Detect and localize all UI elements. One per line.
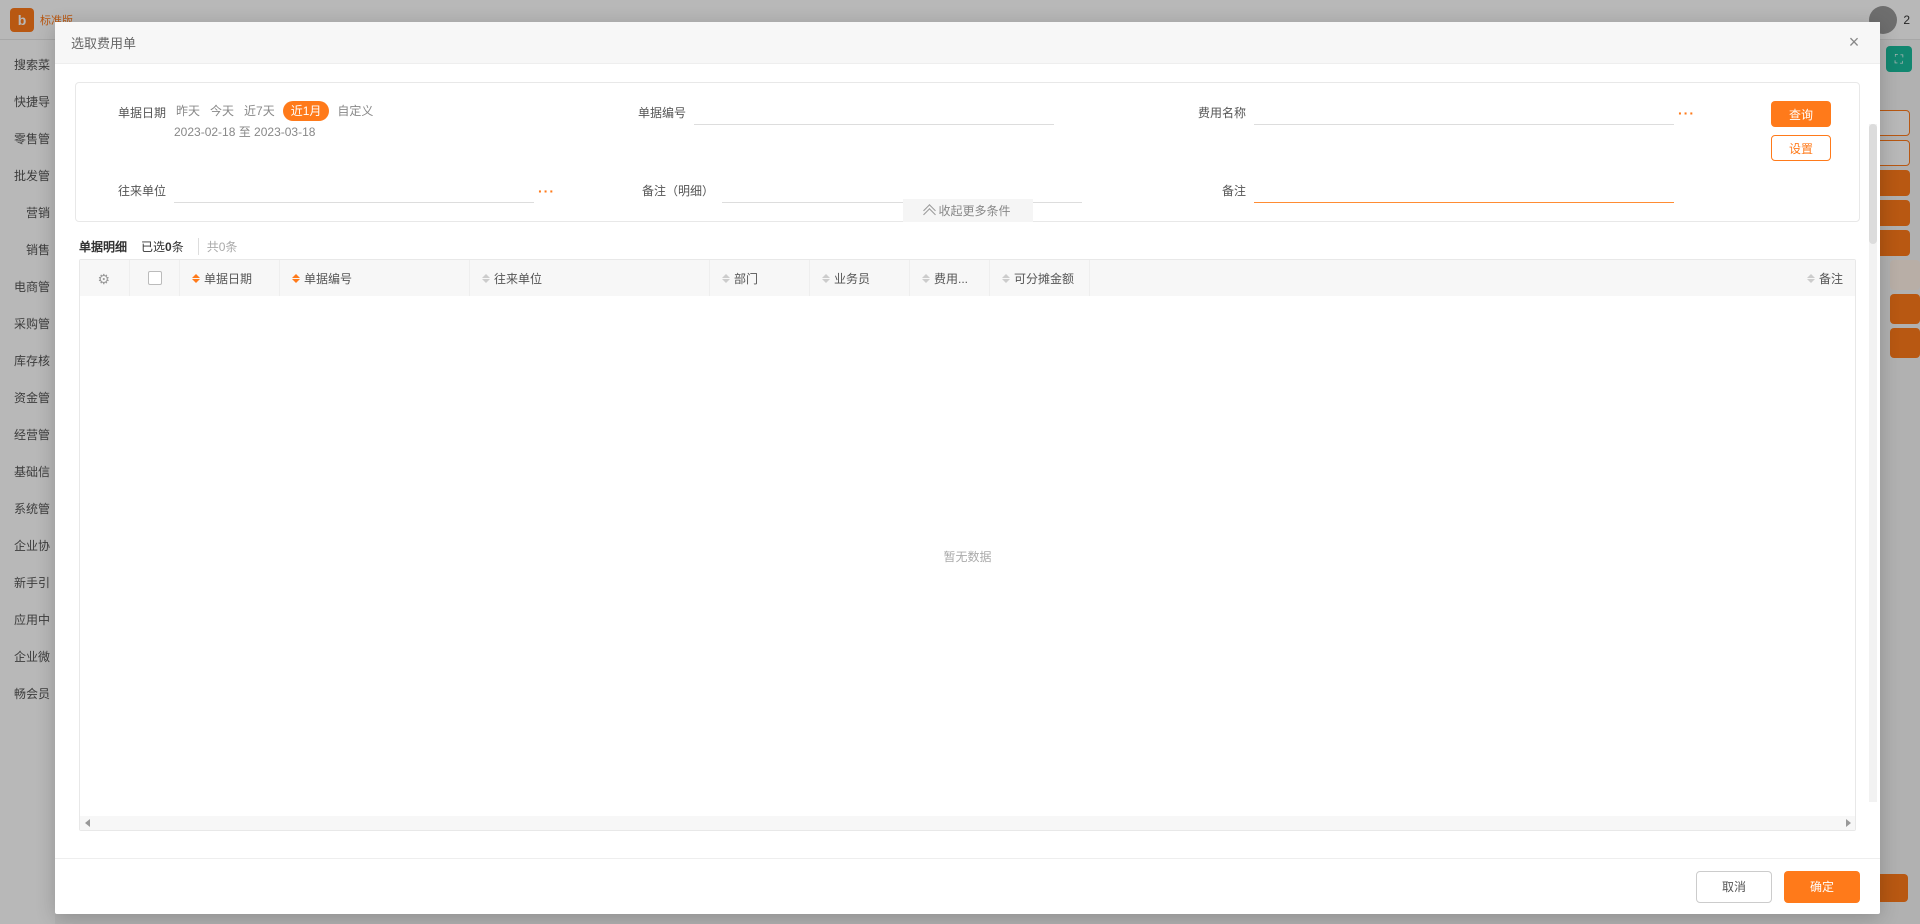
date-quick-yesterday[interactable]: 昨天 (174, 101, 202, 121)
filter-label-name: 费用名称 (1184, 101, 1246, 125)
table-header: 单据日期 单据编号 往来单位 部门 业务员 (80, 260, 1855, 296)
more-icon[interactable]: ··· (1678, 105, 1695, 121)
sort-icon (482, 271, 490, 285)
sort-icon (822, 271, 830, 285)
filter-label-party: 往来单位 (104, 179, 166, 203)
column-settings-button[interactable] (80, 260, 130, 296)
horizontal-scrollbar[interactable] (80, 816, 1855, 830)
sort-icon (922, 271, 930, 285)
more-icon[interactable]: ··· (538, 183, 555, 199)
col-dept[interactable]: 部门 (710, 260, 810, 296)
filter-label-date: 单据日期 (104, 101, 166, 125)
memo-input[interactable] (1254, 179, 1674, 203)
col-alloc[interactable]: 可分摊金额 (990, 260, 1090, 296)
vertical-scrollbar[interactable] (1869, 124, 1877, 802)
result-table: 单据日期 单据编号 往来单位 部门 业务员 (79, 259, 1856, 831)
col-fee[interactable]: 费用... (910, 260, 990, 296)
scroll-thumb[interactable] (1869, 124, 1877, 244)
table-body-empty: 暂无数据 (80, 296, 1855, 816)
date-quick-custom[interactable]: 自定义 (335, 101, 375, 121)
party-input[interactable] (174, 179, 534, 203)
checkbox-icon (148, 271, 162, 285)
sort-icon (192, 271, 200, 285)
chevron-up-icon (924, 206, 934, 216)
date-quick-today[interactable]: 今天 (208, 101, 236, 121)
select-expense-modal: 选取费用单 × 单据日期 昨天 今天 近7天 近1月 自定义 (55, 22, 1880, 914)
sort-icon (1807, 271, 1815, 285)
date-range[interactable]: 2023-02-18 至 2023-03-18 (174, 123, 564, 140)
col-code[interactable]: 单据编号 (280, 260, 470, 296)
collapse-label: 收起更多条件 (938, 202, 1010, 219)
col-date[interactable]: 单据日期 (180, 260, 280, 296)
col-party[interactable]: 往来单位 (470, 260, 710, 296)
filter-panel: 单据日期 昨天 今天 近7天 近1月 自定义 2023-02-18 至 2023… (75, 82, 1860, 222)
total-count: 共0条 (198, 238, 238, 255)
date-quick-1m[interactable]: 近1月 (283, 101, 330, 121)
ok-button[interactable]: 确定 (1784, 871, 1860, 903)
sort-icon (1002, 271, 1010, 285)
gear-icon (98, 271, 112, 285)
empty-text: 暂无数据 (943, 548, 991, 565)
filter-label-code: 单据编号 (624, 101, 686, 125)
date-quick-7d[interactable]: 近7天 (242, 101, 277, 121)
collapse-button[interactable]: 收起更多条件 (902, 199, 1032, 222)
filter-label-memo-detail: 备注（明细） (624, 179, 714, 203)
cancel-button[interactable]: 取消 (1696, 871, 1772, 903)
scroll-left-icon (85, 819, 90, 827)
close-icon[interactable]: × (1844, 33, 1864, 53)
sort-icon (292, 271, 300, 285)
query-button[interactable]: 查询 (1771, 101, 1831, 127)
filter-label-memo: 备注 (1184, 179, 1246, 203)
fee-name-input[interactable] (1254, 101, 1674, 125)
settings-button[interactable]: 设置 (1771, 135, 1831, 161)
selected-count: 已选0条 (141, 238, 184, 255)
select-all-checkbox[interactable] (130, 260, 180, 296)
col-biz[interactable]: 业务员 (810, 260, 910, 296)
detail-label: 单据明细 (79, 238, 127, 255)
sort-icon (722, 271, 730, 285)
col-remark[interactable]: 备注 (1090, 260, 1855, 296)
modal-title: 选取费用单 (71, 33, 136, 52)
scroll-right-icon (1846, 819, 1851, 827)
code-input[interactable] (694, 101, 1054, 125)
